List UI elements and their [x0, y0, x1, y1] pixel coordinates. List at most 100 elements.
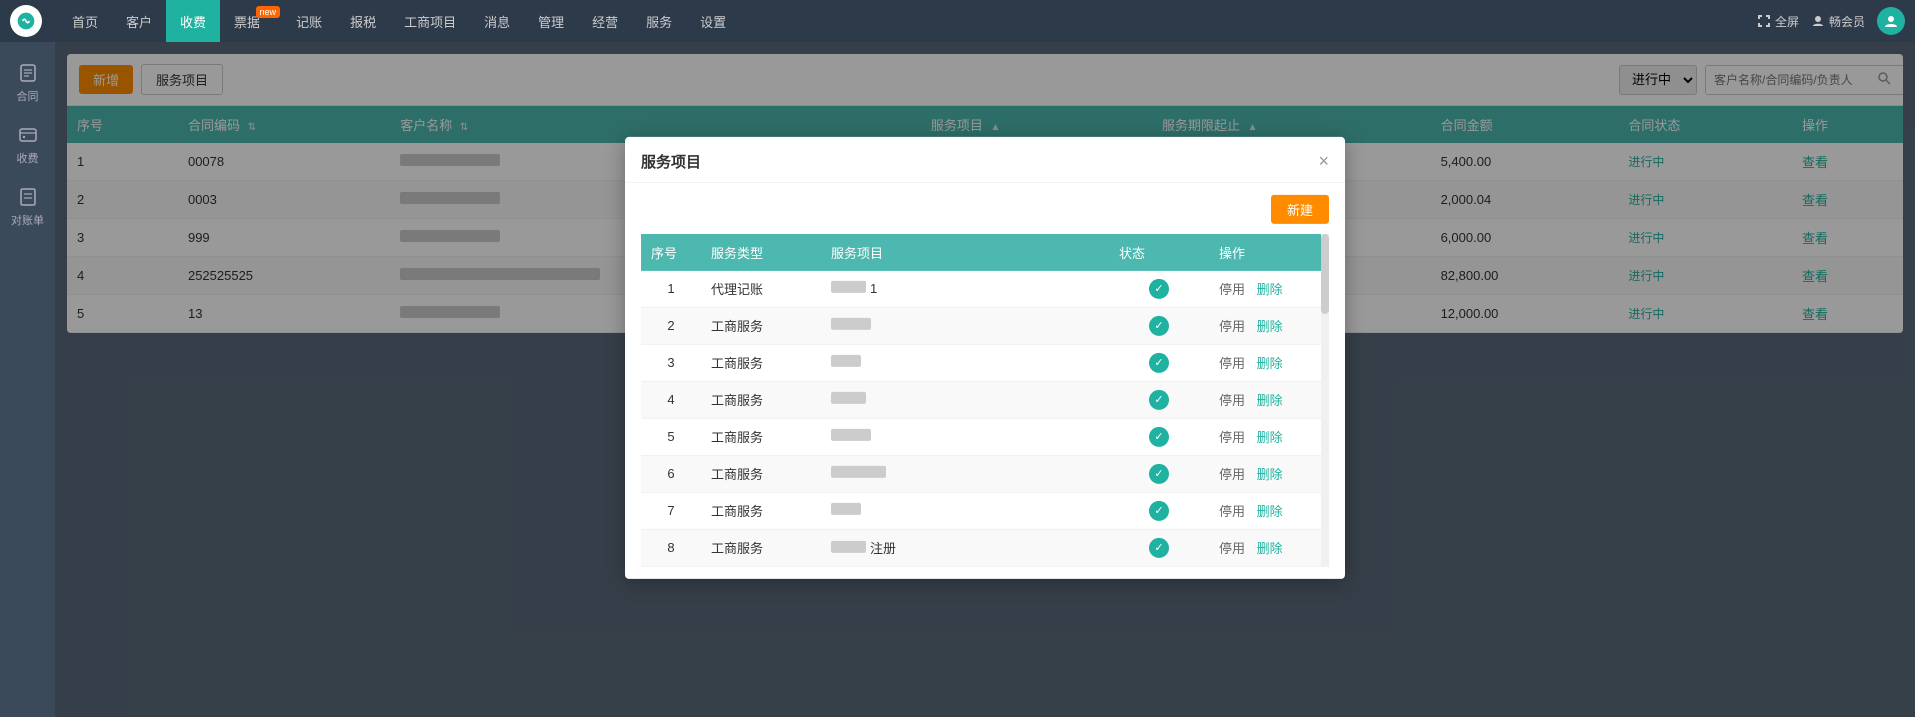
modal-table-row: 6 工商服务 ✓ 停用 删除	[641, 455, 1329, 492]
modal-col-action: 操作	[1209, 233, 1329, 270]
nav-home[interactable]: 首页	[58, 0, 112, 42]
modal-cell-seq: 6	[641, 455, 701, 492]
delete-button[interactable]: 删除	[1257, 430, 1283, 445]
modal-cell-item	[821, 381, 1109, 418]
modal-cell-item	[821, 455, 1109, 492]
modal-cell-status: ✓	[1109, 307, 1209, 344]
modal-table-row: 3 工商服务 ✓ 停用 删除	[641, 344, 1329, 381]
nav-manage[interactable]: 管理	[524, 0, 578, 42]
statement-icon	[17, 186, 39, 208]
modal-col-item: 服务项目	[821, 233, 1109, 270]
modal-table-row: 8 工商服务 注册 ✓ 停用 删除	[641, 529, 1329, 566]
member-button[interactable]: 畅会员	[1811, 13, 1865, 30]
modal-cell-item: 1	[821, 270, 1109, 307]
delete-button[interactable]: 删除	[1257, 356, 1283, 371]
status-check-icon: ✓	[1149, 315, 1169, 335]
scrollbar-thumb[interactable]	[1321, 233, 1329, 313]
stop-button[interactable]: 停用	[1219, 319, 1245, 334]
modal-cell-item	[821, 307, 1109, 344]
modal-cell-item: 注册	[821, 529, 1109, 566]
stop-button[interactable]: 停用	[1219, 282, 1245, 297]
sidebar-label-contract: 合同	[17, 88, 39, 104]
modal-title: 服务项目	[641, 150, 701, 171]
modal-cell-seq: 4	[641, 381, 701, 418]
modal-cell-item	[821, 418, 1109, 455]
stop-button[interactable]: 停用	[1219, 504, 1245, 519]
modal-body: 新建 序号 服务类型 服务项目 状态 操作	[625, 182, 1345, 578]
modal-cell-seq: 8	[641, 529, 701, 566]
modal-cell-type: 工商服务	[701, 529, 821, 566]
modal-cell-action: 停用 删除	[1209, 455, 1329, 492]
modal-cell-item	[821, 492, 1109, 529]
delete-button[interactable]: 删除	[1257, 504, 1283, 519]
modal-table-row: 2 工商服务 ✓ 停用 删除	[641, 307, 1329, 344]
modal-cell-status: ✓	[1109, 492, 1209, 529]
status-check-icon: ✓	[1149, 426, 1169, 446]
modal-close-button[interactable]: ×	[1318, 152, 1329, 170]
fee-icon	[17, 124, 39, 146]
fullscreen-button[interactable]: 全屏	[1757, 13, 1799, 30]
new-badge: new	[256, 6, 281, 18]
modal-cell-type: 工商服务	[701, 307, 821, 344]
stop-button[interactable]: 停用	[1219, 467, 1245, 482]
modal-cell-type: 工商服务	[701, 344, 821, 381]
stop-button[interactable]: 停用	[1219, 430, 1245, 445]
modal-cell-seq: 5	[641, 418, 701, 455]
stop-button[interactable]: 停用	[1219, 393, 1245, 408]
modal-cell-status: ✓	[1109, 529, 1209, 566]
nav-operation[interactable]: 经营	[578, 0, 632, 42]
delete-button[interactable]: 删除	[1257, 282, 1283, 297]
modal-cell-action: 停用 删除	[1209, 270, 1329, 307]
nav-bookkeeping[interactable]: 记账	[282, 0, 336, 42]
modal-cell-seq: 3	[641, 344, 701, 381]
top-nav: 首页 客户 收费 票据 new 记账 报税 工商项目 消息 管理 经营 服务 设…	[0, 0, 1915, 42]
modal-cell-status: ✓	[1109, 344, 1209, 381]
modal-cell-action: 停用 删除	[1209, 344, 1329, 381]
delete-button[interactable]: 删除	[1257, 467, 1283, 482]
status-check-icon: ✓	[1149, 278, 1169, 298]
modal-table-row: 5 工商服务 ✓ 停用 删除	[641, 418, 1329, 455]
modal-table: 序号 服务类型 服务项目 状态 操作 1 代理记账 1 ✓ 停用 删除	[641, 233, 1329, 566]
nav-business[interactable]: 工商项目	[390, 0, 470, 42]
modal-new-button[interactable]: 新建	[1271, 194, 1329, 223]
modal-cell-seq: 1	[641, 270, 701, 307]
status-check-icon: ✓	[1149, 463, 1169, 483]
sidebar-item-fee[interactable]: 收费	[0, 114, 55, 176]
modal-col-status: 状态	[1109, 233, 1209, 270]
avatar[interactable]	[1877, 7, 1905, 35]
nav-fee[interactable]: 收费	[166, 0, 220, 42]
stop-button[interactable]: 停用	[1219, 356, 1245, 371]
modal-table-container: 序号 服务类型 服务项目 状态 操作 1 代理记账 1 ✓ 停用 删除	[641, 233, 1329, 566]
nav-right: 全屏 畅会员	[1757, 7, 1905, 35]
sidebar-item-statement[interactable]: 对账单	[0, 176, 55, 238]
nav-service[interactable]: 服务	[632, 0, 686, 42]
modal-header: 服务项目 ×	[625, 136, 1345, 182]
sidebar-item-contract[interactable]: 合同	[0, 52, 55, 114]
modal-cell-action: 停用 删除	[1209, 529, 1329, 566]
delete-button[interactable]: 删除	[1257, 319, 1283, 334]
modal-cell-type: 工商服务	[701, 381, 821, 418]
sidebar-label-statement: 对账单	[11, 212, 44, 228]
status-check-icon: ✓	[1149, 352, 1169, 372]
content-area: 新增 服务项目 进行中 已完成 已取消	[55, 42, 1915, 717]
nav-message[interactable]: 消息	[470, 0, 524, 42]
modal-cell-status: ✓	[1109, 381, 1209, 418]
nav-tax[interactable]: 报税	[336, 0, 390, 42]
nav-invoice[interactable]: 票据 new	[220, 0, 282, 42]
delete-button[interactable]: 删除	[1257, 393, 1283, 408]
modal-table-row: 1 代理记账 1 ✓ 停用 删除	[641, 270, 1329, 307]
nav-settings[interactable]: 设置	[686, 0, 740, 42]
sidebar-label-fee: 收费	[17, 150, 39, 166]
modal-cell-status: ✓	[1109, 455, 1209, 492]
modal-col-type: 服务类型	[701, 233, 821, 270]
modal-cell-status: ✓	[1109, 418, 1209, 455]
app-logo	[10, 5, 42, 37]
stop-button[interactable]: 停用	[1219, 541, 1245, 556]
modal-col-seq: 序号	[641, 233, 701, 270]
nav-customer[interactable]: 客户	[112, 0, 166, 42]
modal-toolbar: 新建	[641, 194, 1329, 223]
main-layout: 合同 收费 对账单 新增 服务项目 进行中 已完成	[0, 42, 1915, 717]
modal-cell-action: 停用 删除	[1209, 307, 1329, 344]
delete-button[interactable]: 删除	[1257, 541, 1283, 556]
status-check-icon: ✓	[1149, 389, 1169, 409]
